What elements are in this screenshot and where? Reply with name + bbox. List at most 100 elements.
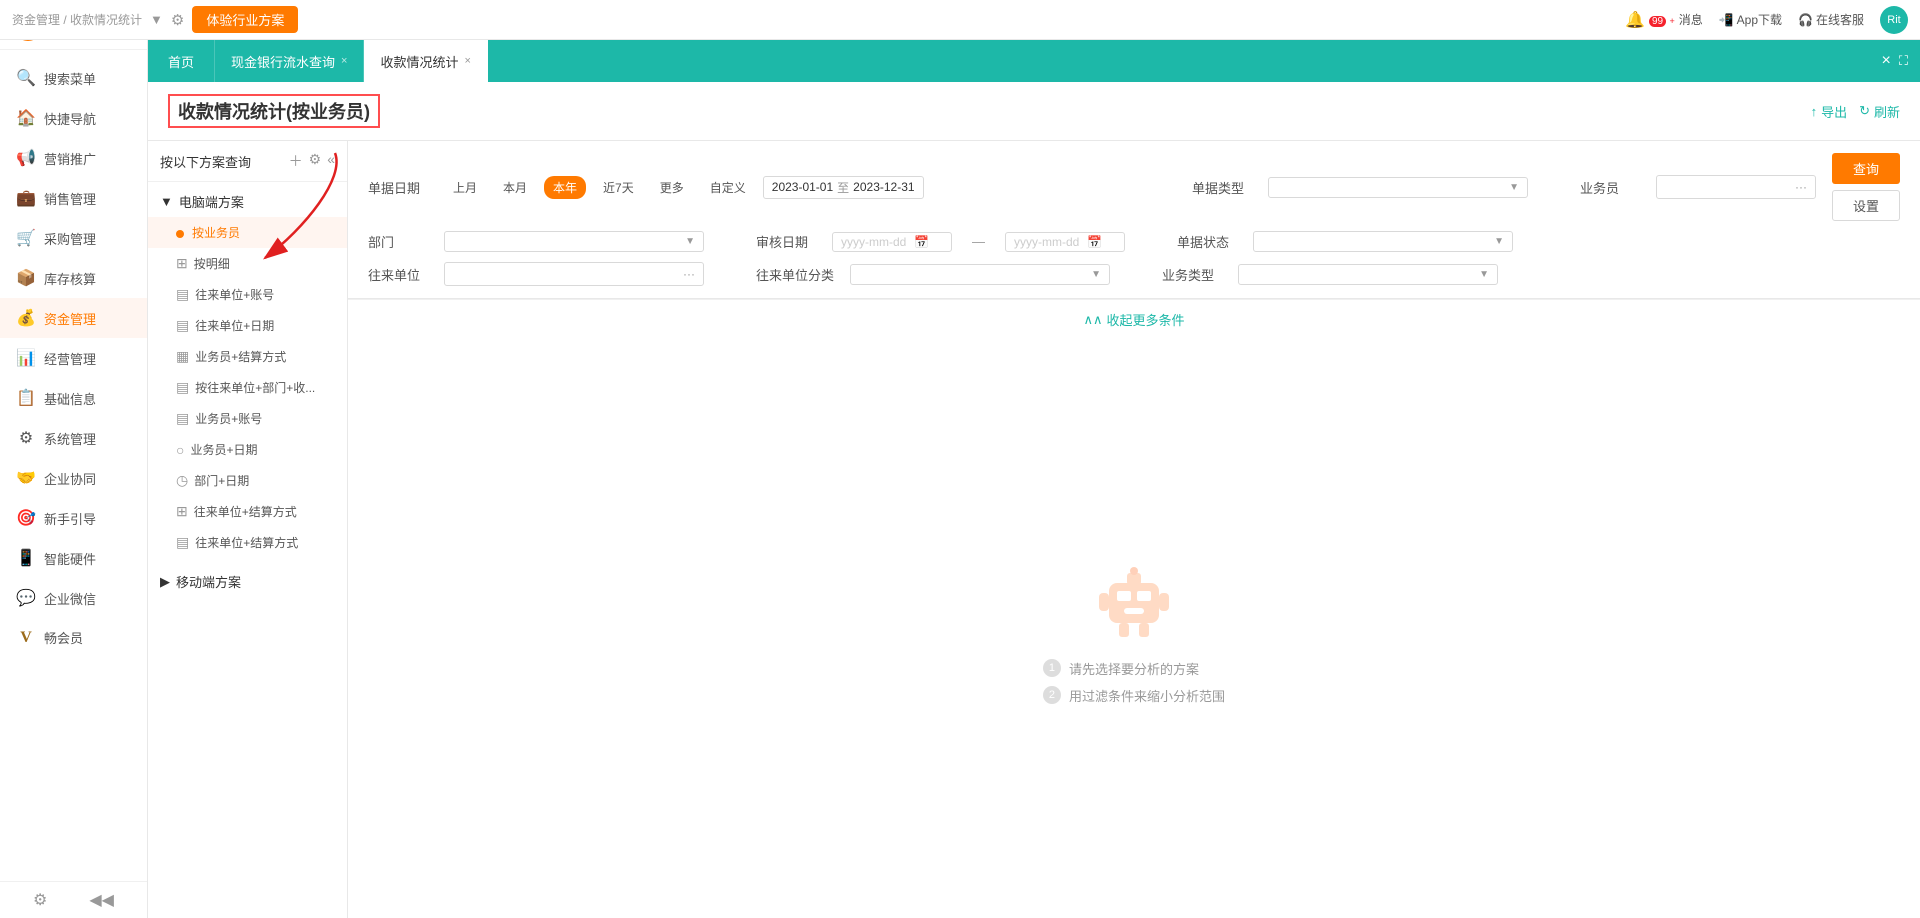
online-service-btn[interactable]: 🎧 在线客服 xyxy=(1798,11,1864,28)
tab-bank-flow[interactable]: 现金银行流水查询 × xyxy=(215,40,364,82)
filter-row-1: 单据日期 上月 本月 本年 近7天 更多 自定义 2023-01-01 至 20… xyxy=(368,153,1900,221)
sidebar-item-quick-nav[interactable]: 🏠 快捷导航 xyxy=(0,98,147,138)
content-area: 按以下方案查询 ＋ ⚙ « ▼ 电脑端方案 按业务员 xyxy=(148,141,1920,918)
vendor-cat-label: 往来单位分类 xyxy=(756,265,834,284)
sidebar-item-basic-info[interactable]: 📋 基础信息 xyxy=(0,378,147,418)
hint-text-1: 请先选择要分析的方案 xyxy=(1069,659,1199,678)
custom-btn[interactable]: 自定义 xyxy=(701,176,755,199)
add-scheme-btn[interactable]: ＋ xyxy=(289,151,303,171)
sidebar-item-label: 搜索菜单 xyxy=(44,69,96,88)
dropdown-icon[interactable]: ▼ xyxy=(150,12,163,27)
biz-type-select[interactable]: ▼ xyxy=(1238,264,1498,285)
sidebar-item-inventory[interactable]: 📦 库存核算 xyxy=(0,258,147,298)
collapse-panel-btn[interactable]: « xyxy=(327,151,335,171)
scheme-label: 往来单位+结算方式 xyxy=(194,503,297,520)
scheme-item-vendor-account[interactable]: ▤ 往来单位+账号 xyxy=(148,279,347,310)
scheme-item-salesman-account[interactable]: ▤ 业务员+账号 xyxy=(148,403,347,434)
app-download-btn[interactable]: 📲 App下载 xyxy=(1719,11,1782,28)
scheme-item-vendor-dept[interactable]: ▤ 按往来单位+部门+收... xyxy=(148,372,347,403)
scheme-item-salesman-date[interactable]: ○ 业务员+日期 xyxy=(148,434,347,465)
chart-icon: 📊 xyxy=(16,348,36,368)
tab-collection[interactable]: 收款情况统计 × xyxy=(364,40,487,82)
sidebar-item-wechat[interactable]: 💬 企业微信 xyxy=(0,578,147,618)
salesman-select[interactable]: ··· xyxy=(1656,175,1816,199)
sidebar-item-label: 系统管理 xyxy=(44,429,96,448)
settings-icon[interactable]: ⚙ xyxy=(171,11,184,29)
audit-start-placeholder: yyyy-mm-dd xyxy=(841,235,906,249)
finance-icon: 💰 xyxy=(16,308,36,328)
group-arrow: ▼ xyxy=(160,194,173,209)
this-year-btn[interactable]: 本年 xyxy=(544,176,586,199)
last-month-btn[interactable]: 上月 xyxy=(444,176,486,199)
doc-type-select[interactable]: ▼ xyxy=(1268,177,1528,198)
panel-title: 按以下方案查询 xyxy=(160,152,251,171)
date-range-input[interactable]: 2023-01-01 至 2023-12-31 xyxy=(763,176,924,199)
sidebar-collapse-icon[interactable]: ◀◀ xyxy=(89,890,114,910)
scheme-item-by-salesman[interactable]: 按业务员 xyxy=(148,217,347,248)
tab-expand-icon[interactable]: ⛶ xyxy=(1899,53,1908,69)
sidebar-item-sales[interactable]: 💼 销售管理 xyxy=(0,178,147,218)
this-month-btn[interactable]: 本月 xyxy=(494,176,536,199)
dept-select[interactable]: ▼ xyxy=(444,231,704,252)
vendor-select[interactable]: ··· xyxy=(444,262,704,286)
hint-num-1: 1 xyxy=(1043,659,1061,677)
desktop-group-title[interactable]: ▼ 电脑端方案 xyxy=(148,186,347,217)
collection-tab-close[interactable]: × xyxy=(464,55,470,67)
scheme-settings-btn[interactable]: ⚙ xyxy=(309,151,322,171)
sidebar-item-label: 资金管理 xyxy=(44,309,96,328)
scheme-item-dept-date[interactable]: ◷ 部门+日期 xyxy=(148,465,347,496)
sidebar-item-label: 营销推广 xyxy=(44,149,96,168)
sidebar-item-smart-hw[interactable]: 📱 智能硬件 xyxy=(0,538,147,578)
tab-bar-right: × ⛶ xyxy=(1882,52,1920,70)
sidebar-item-system[interactable]: ⚙ 系统管理 xyxy=(0,418,147,458)
filter-area: 单据日期 上月 本月 本年 近7天 更多 自定义 2023-01-01 至 20… xyxy=(348,141,1920,299)
hint-num-2: 2 xyxy=(1043,686,1061,704)
tab-close-all-icon[interactable]: × xyxy=(1882,52,1891,70)
scheme-item-vendor-date[interactable]: ▤ 往来单位+日期 xyxy=(148,310,347,341)
table3-icon: ▤ xyxy=(176,379,189,396)
doc-status-select[interactable]: ▼ xyxy=(1253,231,1513,252)
demo-btn[interactable]: 体验行业方案 xyxy=(192,6,298,33)
sidebar-item-label: 基础信息 xyxy=(44,389,96,408)
tab-home[interactable]: 首页 xyxy=(148,40,215,82)
audit-date-end[interactable]: yyyy-mm-dd 📅 xyxy=(1005,232,1125,252)
sidebar-item-operations[interactable]: 📊 经营管理 xyxy=(0,338,147,378)
audit-date-label: 审核日期 xyxy=(756,232,816,251)
mobile-group-title[interactable]: ▶ 移动端方案 xyxy=(148,566,347,597)
collapse-more-btn[interactable]: ∧∧ 收起更多条件 xyxy=(348,299,1920,339)
sidebar-item-finance[interactable]: 💰 资金管理 xyxy=(0,298,147,338)
scheme-item-by-detail[interactable]: ⊞ 按明细 xyxy=(148,248,347,279)
chevron-down3-icon: ▼ xyxy=(1494,236,1504,247)
audit-date-start[interactable]: yyyy-mm-dd 📅 xyxy=(832,232,952,252)
refresh-btn[interactable]: ↻ 刷新 xyxy=(1859,102,1900,121)
settings-btn[interactable]: 设置 xyxy=(1832,190,1900,221)
query-btn[interactable]: 查询 xyxy=(1832,153,1900,184)
search-icon: 🔍 xyxy=(16,68,36,88)
sidebar-settings-icon[interactable]: ⚙ xyxy=(33,890,47,910)
date-label: 单据日期 xyxy=(368,178,428,197)
scheme-item-vendor-settlement2[interactable]: ▤ 往来单位+结算方式 xyxy=(148,527,347,558)
download-icon: 📲 xyxy=(1719,13,1734,27)
table5-icon: ▤ xyxy=(176,534,189,551)
sidebar-item-membership[interactable]: V 畅会员 xyxy=(0,618,147,657)
sidebar-item-guide[interactable]: 🎯 新手引导 xyxy=(0,498,147,538)
right-panel: 单据日期 上月 本月 本年 近7天 更多 自定义 2023-01-01 至 20… xyxy=(348,141,1920,918)
more-btn[interactable]: 更多 xyxy=(651,176,693,199)
last-7-days-btn[interactable]: 近7天 xyxy=(594,176,643,199)
sidebar-item-corp[interactable]: 🤝 企业协同 xyxy=(0,458,147,498)
scheme-item-vendor-settlement1[interactable]: ⊞ 往来单位+结算方式 xyxy=(148,496,347,527)
sidebar-item-purchase[interactable]: 🛒 采购管理 xyxy=(0,218,147,258)
export-btn[interactable]: ↑ 导出 xyxy=(1811,102,1848,121)
avatar[interactable]: Rit xyxy=(1880,6,1908,34)
sidebar-item-marketing[interactable]: 📢 营销推广 xyxy=(0,138,147,178)
tab-bar: 首页 现金银行流水查询 × 收款情况统计 × × ⛶ xyxy=(148,40,1920,82)
action-buttons: 查询 设置 xyxy=(1832,153,1900,221)
vendor-cat-select[interactable]: ▼ xyxy=(850,264,1110,285)
sidebar-item-label: 智能硬件 xyxy=(44,549,96,568)
notification-btn[interactable]: 🔔 99 + 消息 xyxy=(1625,10,1703,30)
group-arrow2: ▶ xyxy=(160,574,170,590)
scheme-item-salesman-payment[interactable]: ▦ 业务员+结算方式 xyxy=(148,341,347,372)
bank-flow-tab-close[interactable]: × xyxy=(341,55,347,67)
collapse-up-icon: ∧∧ xyxy=(1083,312,1102,328)
sidebar-item-search-menu[interactable]: 🔍 搜索菜单 xyxy=(0,58,147,98)
